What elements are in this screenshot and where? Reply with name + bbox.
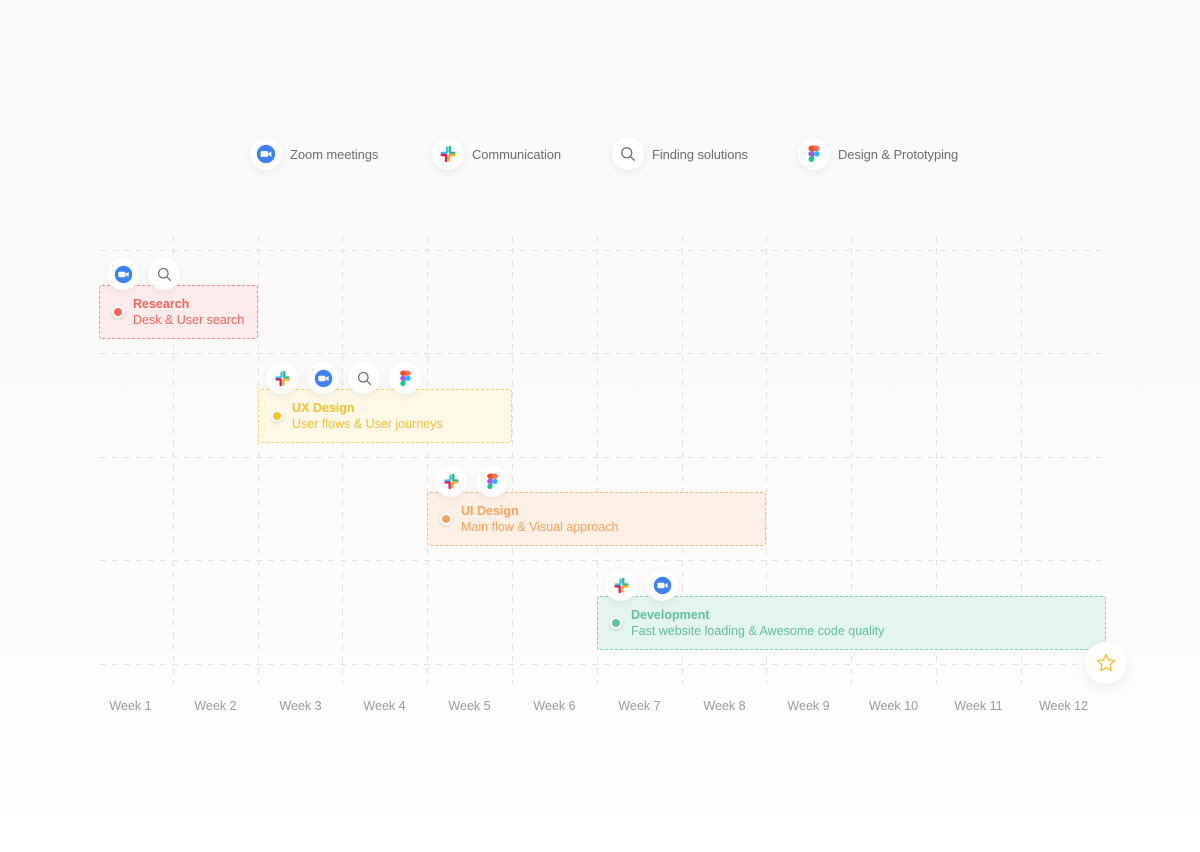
task-title: UX Design	[292, 401, 355, 415]
zoom-video-icon[interactable]	[107, 258, 139, 290]
task-bar-ux-design[interactable]: UX Design User flows & User journeys	[258, 389, 512, 443]
search-icon[interactable]	[348, 362, 380, 394]
task-title: UI Design	[461, 504, 519, 518]
task-tools	[605, 569, 678, 601]
week-label: Week 10	[868, 699, 919, 713]
task-subtitle: User flows & User journeys	[292, 417, 443, 431]
slack-icon[interactable]	[435, 465, 467, 497]
figma-icon[interactable]	[476, 465, 508, 497]
task-bar-ui-design[interactable]: UI Design Main flow & Visual approach	[427, 492, 766, 546]
task-subtitle: Desk & User search	[133, 313, 245, 327]
week-label: Week 3	[279, 699, 322, 713]
week-label: Week 9	[787, 699, 830, 713]
star-icon	[1096, 653, 1116, 672]
figma-icon[interactable]	[389, 362, 421, 394]
task-tools	[266, 362, 421, 394]
task-text: Development Fast website loading & Aweso…	[631, 607, 884, 639]
task-title: Development	[631, 608, 710, 622]
search-icon[interactable]	[148, 258, 180, 290]
week-label: Week 8	[703, 699, 746, 713]
task-status-dot	[112, 306, 124, 318]
week-label: Week 5	[448, 699, 491, 713]
week-label: Week 4	[363, 699, 406, 713]
task-subtitle: Main flow & Visual approach	[461, 520, 619, 534]
task-text: Research Desk & User search	[133, 296, 244, 328]
task-status-dot	[440, 513, 452, 525]
week-label: Week 7	[618, 699, 661, 713]
week-label: Week 6	[533, 699, 576, 713]
week-label: Week 1	[109, 699, 152, 713]
milestone-star-button[interactable]	[1085, 642, 1127, 684]
task-text: UI Design Main flow & Visual approach	[461, 503, 619, 535]
task-tools	[435, 465, 508, 497]
task-title: Research	[133, 297, 190, 311]
timeline-grid	[100, 236, 1102, 684]
week-label: Week 2	[194, 699, 237, 713]
task-bar-development[interactable]: Development Fast website loading & Aweso…	[597, 596, 1106, 650]
zoom-video-icon[interactable]	[646, 569, 678, 601]
task-text: UX Design User flows & User journeys	[292, 400, 443, 432]
zoom-video-icon[interactable]	[307, 362, 339, 394]
task-subtitle: Fast website loading & Awesome code qual…	[631, 624, 885, 638]
slack-icon[interactable]	[266, 362, 298, 394]
task-tools	[107, 258, 180, 290]
task-status-dot	[610, 617, 622, 629]
week-label: Week 12	[1038, 699, 1089, 713]
task-status-dot	[271, 410, 283, 422]
task-bar-research[interactable]: Research Desk & User search	[99, 285, 258, 339]
week-label: Week 11	[954, 699, 1003, 713]
slack-icon[interactable]	[605, 569, 637, 601]
